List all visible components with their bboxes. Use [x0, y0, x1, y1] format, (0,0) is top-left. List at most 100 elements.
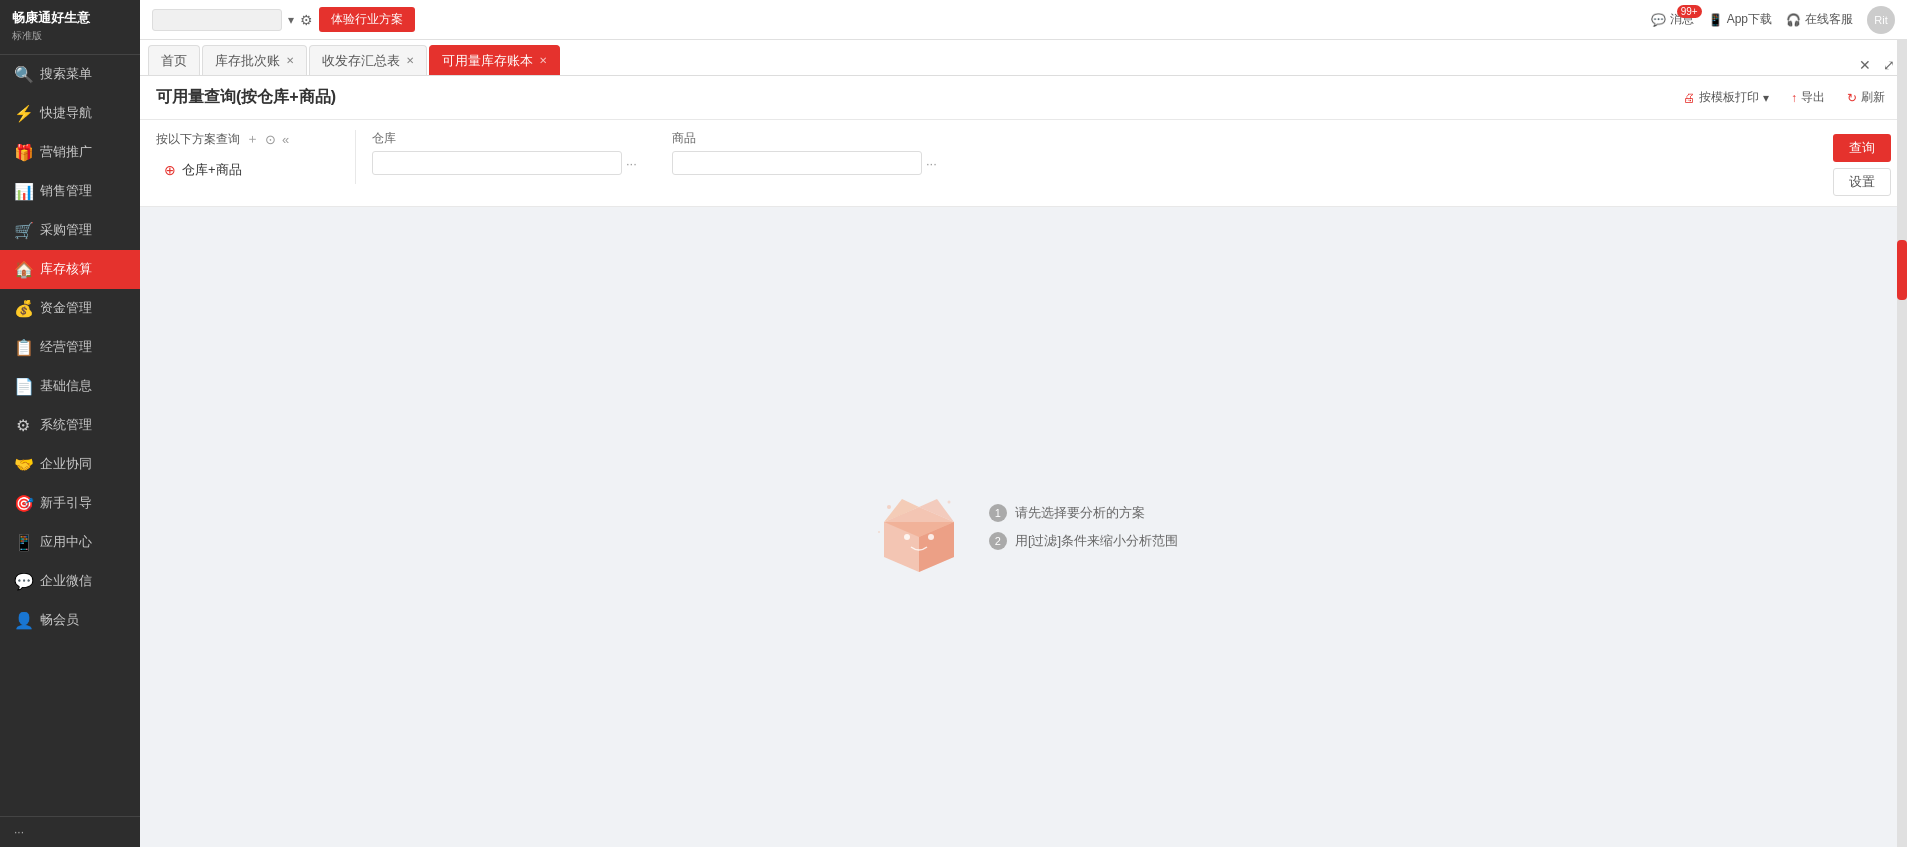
svg-point-8 [947, 501, 950, 504]
member-icon: 👤 [14, 611, 32, 630]
sidebar-item-wechat[interactable]: 💬 企业微信 [0, 562, 140, 601]
tab-receipt-summary[interactable]: 收发存汇总表 ✕ [309, 45, 427, 75]
warehouse-input[interactable] [372, 151, 622, 175]
sidebar-item-purchase[interactable]: 🛒 采购管理 [0, 211, 140, 250]
warehouse-more-btn[interactable]: ··· [626, 156, 637, 171]
tab-close-icon[interactable]: ✕ [539, 55, 547, 66]
tab-available-ledger[interactable]: 可用量库存账本 ✕ [429, 45, 560, 75]
export-icon: ↑ [1791, 91, 1797, 105]
collapse-scheme-btn[interactable]: « [282, 132, 289, 147]
print-btn[interactable]: 🖨 按模板打印 ▾ [1677, 86, 1775, 109]
tip-number-1: 1 [989, 504, 1007, 522]
page-title: 可用量查询(按仓库+商品) [156, 87, 336, 108]
empty-tip-2: 2 用[过滤]条件来缩小分析范围 [989, 532, 1178, 550]
dropdown-arrow-icon[interactable]: ▾ [288, 13, 294, 27]
tab-label: 收发存汇总表 [322, 52, 400, 70]
tab-home[interactable]: 首页 [148, 45, 200, 75]
handshake-icon: 🤝 [14, 455, 32, 474]
tip-text-1: 请先选择要分析的方案 [1015, 504, 1145, 522]
empty-tip-1: 1 请先选择要分析的方案 [989, 504, 1178, 522]
sidebar-item-label: 资金管理 [40, 299, 92, 317]
sidebar-item-search[interactable]: 🔍 搜索菜单 [0, 55, 140, 94]
sidebar-item-newbie[interactable]: 🎯 新手引导 [0, 484, 140, 523]
query-button[interactable]: 查询 [1833, 134, 1891, 162]
sidebar-item-label: 库存核算 [40, 260, 92, 278]
goods-more-btn[interactable]: ··· [926, 156, 937, 171]
close-window-btn[interactable]: ✕ [1855, 55, 1875, 75]
cart-icon: 🛒 [14, 221, 32, 240]
home-icon: 🏠 [14, 260, 32, 279]
filter-scheme-header: 按以下方案查询 ＋ ⊙ « [156, 130, 343, 148]
lightning-icon: ⚡ [14, 104, 32, 123]
settings-icon[interactable]: ⚙ [300, 12, 313, 28]
sidebar-item-label: 企业微信 [40, 572, 92, 590]
goods-input[interactable] [672, 151, 922, 175]
phone-icon: 📱 [1708, 13, 1723, 27]
tab-close-icon[interactable]: ✕ [286, 55, 294, 66]
sidebar-item-marketing[interactable]: 🎁 营销推广 [0, 133, 140, 172]
trial-btn[interactable]: 体验行业方案 [319, 7, 415, 32]
tip-number-2: 2 [989, 532, 1007, 550]
print-label: 按模板打印 [1699, 89, 1759, 106]
sidebar-item-sales[interactable]: 📊 销售管理 [0, 172, 140, 211]
message-icon: 💬 [1651, 13, 1666, 27]
sidebar-item-member[interactable]: 👤 畅会员 [0, 601, 140, 640]
sidebar-item-operation[interactable]: 📋 经营管理 [0, 328, 140, 367]
sidebar-item-label: 基础信息 [40, 377, 92, 395]
sidebar-item-finance[interactable]: 💰 资金管理 [0, 289, 140, 328]
filter-field-goods: 商品 ··· [672, 130, 952, 175]
scheme-item-warehouse-goods[interactable]: ⊕ 仓库+商品 [156, 156, 343, 184]
topbar-left: ▾ ⚙ 体验行业方案 [152, 7, 1643, 32]
sidebar-item-label: 销售管理 [40, 182, 92, 200]
settings-button[interactable]: 设置 [1833, 168, 1891, 196]
mobile-icon: 📱 [14, 533, 32, 552]
app-download-btn[interactable]: 📱 App下载 [1708, 11, 1772, 28]
refresh-icon: ↻ [1847, 91, 1857, 105]
sidebar-footer[interactable]: ··· [0, 816, 140, 847]
maximize-btn[interactable]: ⤢ [1879, 55, 1899, 75]
app-download-label: App下载 [1727, 11, 1772, 28]
topbar-search-input[interactable] [152, 9, 282, 31]
sidebar: 畅康通好生意 标准版 🔍 搜索菜单 ⚡ 快捷导航 🎁 营销推广 📊 销售管理 🛒… [0, 0, 140, 847]
sidebar-item-quick-nav[interactable]: ⚡ 快捷导航 [0, 94, 140, 133]
refresh-btn[interactable]: ↻ 刷新 [1841, 86, 1891, 109]
scrollbar-handle[interactable] [1897, 240, 1907, 300]
chevron-down-icon[interactable]: ▾ [1763, 91, 1769, 105]
sidebar-item-label: 新手引导 [40, 494, 92, 512]
doc-icon: 📄 [14, 377, 32, 396]
add-scheme-btn[interactable]: ＋ [246, 130, 259, 148]
chart-icon: 📊 [14, 182, 32, 201]
scheme-settings-btn[interactable]: ⊙ [265, 132, 276, 147]
topbar: ▾ ⚙ 体验行业方案 💬 消息 99+ 📱 App下载 🎧 在线客服 Rit [140, 0, 1907, 40]
sidebar-item-inventory[interactable]: 🏠 库存核算 [0, 250, 140, 289]
sidebar-item-label: 经营管理 [40, 338, 92, 356]
export-btn[interactable]: ↑ 导出 [1785, 86, 1831, 109]
user-avatar[interactable]: Rit [1867, 6, 1895, 34]
goods-label: 商品 [672, 130, 952, 147]
tab-batch-account[interactable]: 库存批次账 ✕ [202, 45, 307, 75]
refresh-label: 刷新 [1861, 89, 1885, 106]
user-name: Rit [1874, 14, 1887, 26]
sidebar-item-basic[interactable]: 📄 基础信息 [0, 367, 140, 406]
money-icon: 💰 [14, 299, 32, 318]
svg-point-7 [887, 505, 891, 509]
box-svg [869, 477, 969, 577]
filter-scheme-panel: 按以下方案查询 ＋ ⊙ « ⊕ 仓库+商品 [156, 130, 356, 184]
sidebar-item-apps[interactable]: 📱 应用中心 [0, 523, 140, 562]
filter-fields: 仓库 ··· 商品 ··· 查询 设置 [356, 130, 1891, 196]
message-btn[interactable]: 💬 消息 99+ [1651, 11, 1694, 28]
empty-state: 1 请先选择要分析的方案 2 用[过滤]条件来缩小分析范围 [140, 207, 1907, 847]
sidebar-item-system[interactable]: ⚙ 系统管理 [0, 406, 140, 445]
sidebar-item-label: 企业协同 [40, 455, 92, 473]
headset-icon: 🎧 [1786, 13, 1801, 27]
sidebar-item-cooperation[interactable]: 🤝 企业协同 [0, 445, 140, 484]
online-service-btn[interactable]: 🎧 在线客服 [1786, 11, 1853, 28]
tab-label: 库存批次账 [215, 52, 280, 70]
filter-actions: 查询 设置 [1833, 130, 1891, 196]
right-scrollbar[interactable] [1897, 40, 1907, 847]
clipboard-icon: 📋 [14, 338, 32, 357]
tab-close-icon[interactable]: ✕ [406, 55, 414, 66]
page-header-actions: 🖨 按模板打印 ▾ ↑ 导出 ↻ 刷新 [1677, 86, 1891, 109]
sidebar-scroll: 🔍 搜索菜单 ⚡ 快捷导航 🎁 营销推广 📊 销售管理 🛒 采购管理 🏠 库存核… [0, 55, 140, 816]
svg-point-6 [928, 534, 934, 540]
